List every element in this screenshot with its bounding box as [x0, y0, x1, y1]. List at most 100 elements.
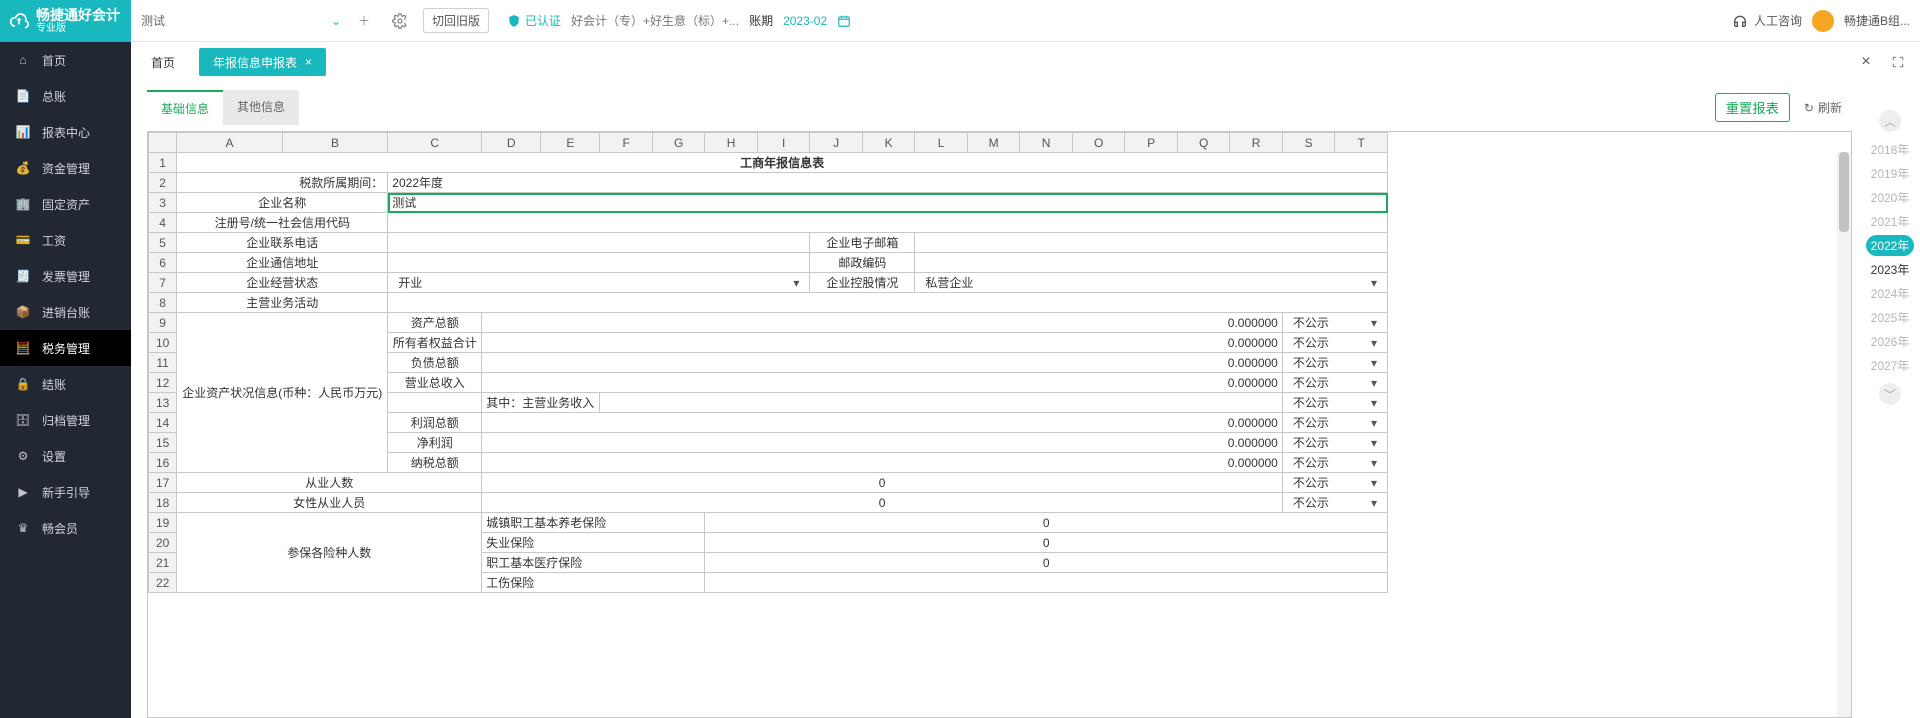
scrollbar-thumb[interactable]: [1839, 152, 1849, 232]
ins-value[interactable]: 0: [705, 553, 1388, 573]
disclosure-select[interactable]: 不公示▾: [1282, 453, 1387, 473]
disclosure-select[interactable]: 不公示▾: [1282, 353, 1387, 373]
verified-badge[interactable]: 已认证: [507, 12, 561, 29]
metric-value[interactable]: 0.000000: [482, 333, 1283, 353]
disclosure-select[interactable]: 不公示▾: [1282, 393, 1387, 413]
row-header[interactable]: 1: [149, 153, 177, 173]
brand-logo[interactable]: 畅捷通好会计 专业版: [0, 0, 131, 42]
sidebar-item-6[interactable]: 🧾发票管理: [0, 258, 131, 294]
col-header[interactable]: L: [915, 133, 968, 153]
ins-value[interactable]: [705, 573, 1388, 593]
sidebar-item-0[interactable]: ⌂首页: [0, 42, 131, 78]
year-up-button[interactable]: ︿: [1879, 110, 1901, 132]
disclosure-select[interactable]: 不公示▾: [1282, 373, 1387, 393]
dropdown[interactable]: 不公示▾: [1287, 314, 1383, 331]
female-value[interactable]: 0: [482, 493, 1283, 513]
dropdown[interactable]: 开业▾: [392, 274, 805, 291]
sidebar-item-5[interactable]: 💳工资: [0, 222, 131, 258]
col-header[interactable]: A: [177, 133, 283, 153]
col-header[interactable]: B: [282, 133, 388, 153]
row-header[interactable]: 7: [149, 273, 177, 293]
disclosure-select[interactable]: 不公示▾: [1282, 473, 1387, 493]
status-select[interactable]: 开业▾: [388, 273, 810, 293]
col-header[interactable]: S: [1282, 133, 1335, 153]
row-header[interactable]: 19: [149, 513, 177, 533]
year-2019年[interactable]: 2019年: [1866, 163, 1914, 184]
holding-select[interactable]: 私营企业▾: [915, 273, 1388, 293]
sidebar-item-7[interactable]: 📦进销台账: [0, 294, 131, 330]
row-header[interactable]: 8: [149, 293, 177, 313]
scrollbar-vertical[interactable]: [1837, 152, 1851, 717]
dropdown[interactable]: 不公示▾: [1287, 474, 1383, 491]
row-header[interactable]: 12: [149, 373, 177, 393]
disclosure-select[interactable]: 不公示▾: [1282, 413, 1387, 433]
col-header[interactable]: E: [541, 133, 600, 153]
ins-value[interactable]: 0: [705, 513, 1388, 533]
sidebar-item-3[interactable]: 💰资金管理: [0, 150, 131, 186]
row-header[interactable]: 2: [149, 173, 177, 193]
col-header[interactable]: J: [810, 133, 863, 153]
col-header[interactable]: N: [1020, 133, 1073, 153]
sidebar-item-11[interactable]: ⚙设置: [0, 438, 131, 474]
avatar[interactable]: [1812, 10, 1834, 32]
metric-value[interactable]: 0.000000: [482, 313, 1283, 333]
row-header[interactable]: 14: [149, 413, 177, 433]
zip-input[interactable]: [915, 253, 1388, 273]
year-2027年[interactable]: 2027年: [1866, 355, 1914, 376]
sidebar-item-8[interactable]: 🧮税务管理: [0, 330, 131, 366]
row-header[interactable]: 11: [149, 353, 177, 373]
year-down-button[interactable]: ﹀: [1879, 383, 1901, 405]
subtab-basic[interactable]: 基础信息: [147, 90, 223, 125]
ins-value[interactable]: 0: [705, 533, 1388, 553]
year-2023年[interactable]: 2023年: [1866, 259, 1914, 280]
disclosure-select[interactable]: 不公示▾: [1282, 493, 1387, 513]
col-header[interactable]: D: [482, 133, 541, 153]
username[interactable]: 畅捷通B组...: [1844, 12, 1910, 29]
year-2021年[interactable]: 2021年: [1866, 211, 1914, 232]
row-header[interactable]: 22: [149, 573, 177, 593]
row-header[interactable]: 20: [149, 533, 177, 553]
row-header[interactable]: 18: [149, 493, 177, 513]
close-all-button[interactable]: ×: [1854, 50, 1878, 74]
row-header[interactable]: 5: [149, 233, 177, 253]
sidebar-item-10[interactable]: 🗄归档管理: [0, 402, 131, 438]
email-input[interactable]: [915, 233, 1388, 253]
dropdown[interactable]: 不公示▾: [1287, 454, 1383, 471]
row-header[interactable]: 6: [149, 253, 177, 273]
sidebar-item-1[interactable]: 📄总账: [0, 78, 131, 114]
row-header[interactable]: 10: [149, 333, 177, 353]
metric-value[interactable]: 0.000000: [482, 353, 1283, 373]
dropdown[interactable]: 不公示▾: [1287, 354, 1383, 371]
row-header[interactable]: 17: [149, 473, 177, 493]
year-2020年[interactable]: 2020年: [1866, 187, 1914, 208]
year-2026年[interactable]: 2026年: [1866, 331, 1914, 352]
disclosure-select[interactable]: 不公示▾: [1282, 313, 1387, 333]
gear-icon[interactable]: [387, 8, 413, 34]
col-header[interactable]: R: [1230, 133, 1283, 153]
col-header[interactable]: T: [1335, 133, 1388, 153]
dropdown[interactable]: 不公示▾: [1287, 394, 1383, 411]
row-header[interactable]: 9: [149, 313, 177, 333]
add-button[interactable]: ＋: [351, 8, 377, 34]
col-header[interactable]: K: [862, 133, 915, 153]
phone-input[interactable]: [388, 233, 810, 253]
metric-value[interactable]: 0.000000: [482, 453, 1283, 473]
close-icon[interactable]: ×: [305, 55, 312, 69]
fullscreen-icon[interactable]: [1886, 50, 1910, 74]
col-header[interactable]: I: [757, 133, 810, 153]
sidebar-item-9[interactable]: 🔒结账: [0, 366, 131, 402]
disclosure-select[interactable]: 不公示▾: [1282, 433, 1387, 453]
reset-button[interactable]: 重置报表: [1715, 93, 1790, 122]
col-header[interactable]: H: [705, 133, 758, 153]
col-header[interactable]: O: [1072, 133, 1125, 153]
mainbiz-input[interactable]: [388, 293, 1388, 313]
metric-value[interactable]: 0.000000: [482, 413, 1283, 433]
spreadsheet[interactable]: ABCDEFGHIJKLMNOPQRST1工商年报信息表2税款所属期间：2022…: [147, 131, 1852, 718]
col-header[interactable]: P: [1125, 133, 1178, 153]
tab-home[interactable]: 首页: [141, 54, 185, 71]
col-header[interactable]: M: [967, 133, 1020, 153]
metric-value[interactable]: [600, 393, 1283, 413]
row-header[interactable]: 15: [149, 433, 177, 453]
row-header[interactable]: 3: [149, 193, 177, 213]
year-2025年[interactable]: 2025年: [1866, 307, 1914, 328]
